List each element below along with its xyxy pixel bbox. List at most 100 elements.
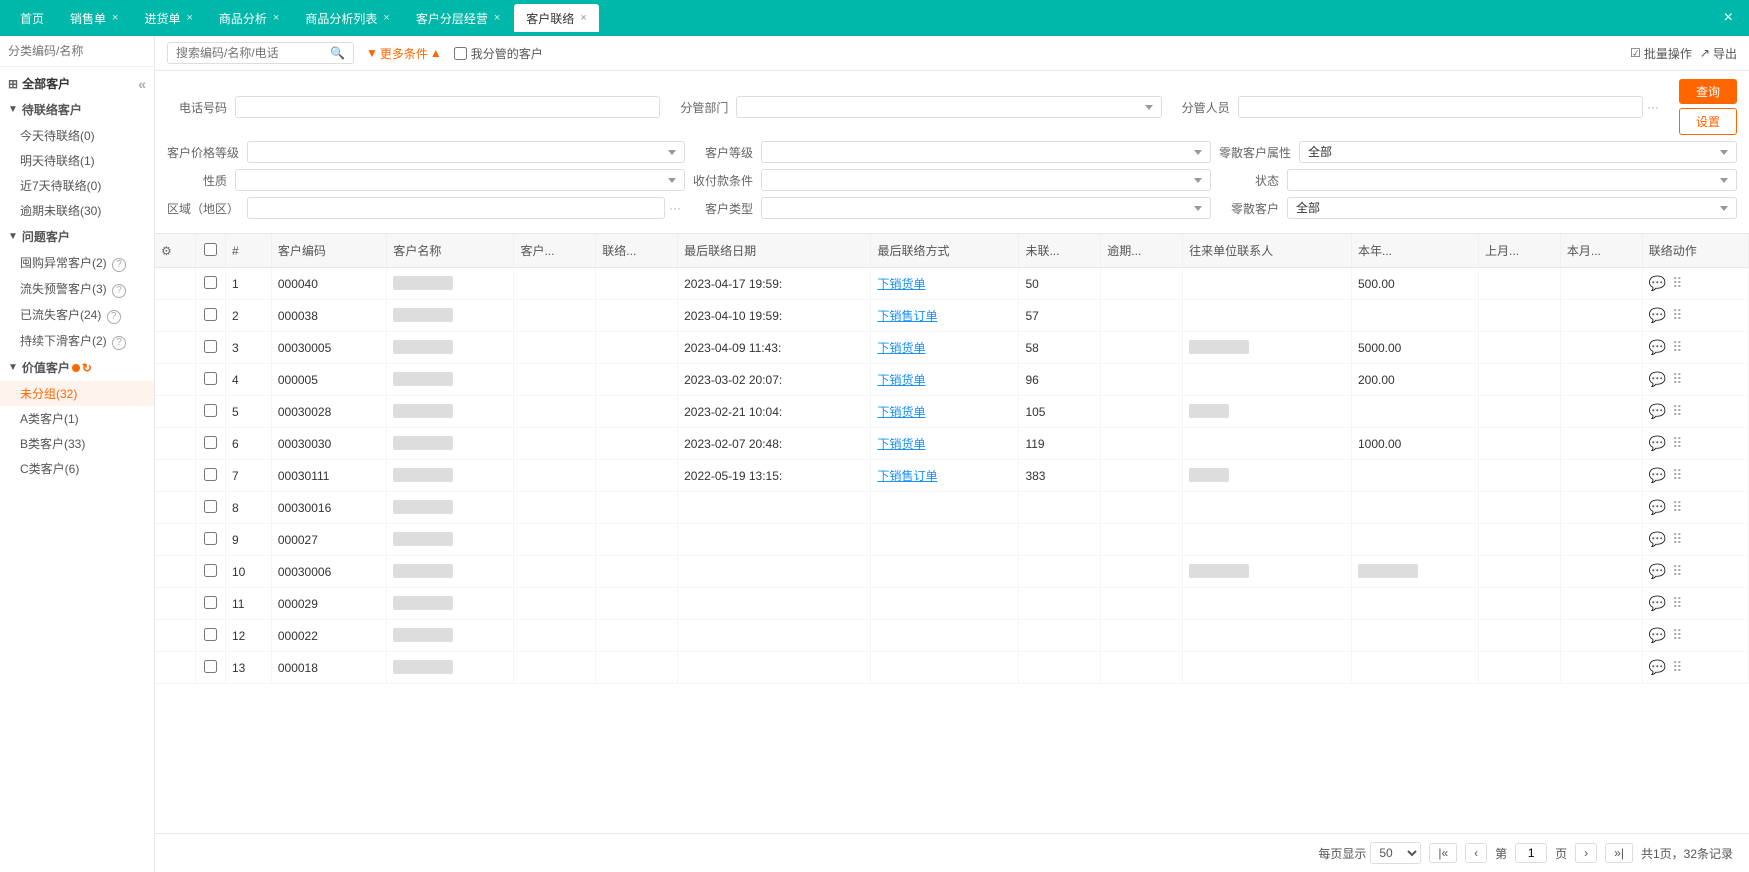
phone-input[interactable] bbox=[235, 96, 660, 118]
th-settings[interactable]: ⚙ bbox=[155, 234, 195, 268]
row-last-way-cell[interactable]: 下销货单 bbox=[871, 364, 1019, 396]
my-customers-checkbox-group[interactable]: 我分管的客户 bbox=[454, 45, 543, 62]
sidebar-item-tomorrow[interactable]: 明天待联络(1) bbox=[0, 148, 154, 173]
staff-more-icon[interactable]: ··· bbox=[1643, 100, 1663, 114]
chat-icon[interactable]: 💬 bbox=[1649, 403, 1666, 420]
chat-icon[interactable]: 💬 bbox=[1649, 371, 1666, 388]
sparse-customer-select[interactable]: 全部 bbox=[1287, 197, 1737, 219]
region-input[interactable] bbox=[247, 197, 665, 219]
row-checkbox-cell[interactable] bbox=[195, 332, 225, 364]
row-checkbox[interactable] bbox=[204, 340, 217, 353]
select-all-checkbox[interactable] bbox=[204, 243, 217, 256]
next-page-button[interactable]: › bbox=[1575, 843, 1597, 863]
settings-icon[interactable]: ⚙ bbox=[161, 244, 172, 258]
my-customers-checkbox[interactable] bbox=[454, 47, 467, 60]
row-last-way-cell[interactable]: 下销货单 bbox=[871, 332, 1019, 364]
th-checkbox[interactable] bbox=[195, 234, 225, 268]
th-contact-col[interactable]: 联络... bbox=[596, 234, 678, 268]
payment-select[interactable] bbox=[761, 169, 1211, 191]
staff-input[interactable] bbox=[1238, 96, 1643, 118]
last-page-button[interactable]: »| bbox=[1605, 843, 1633, 863]
row-last-way-cell[interactable]: 下销货单 bbox=[871, 268, 1019, 300]
more-icon[interactable]: ⠿ bbox=[1672, 563, 1682, 580]
row-checkbox[interactable] bbox=[204, 468, 217, 481]
sidebar-search-bar[interactable]: 🔍 bbox=[0, 36, 154, 67]
sales-close-icon[interactable]: × bbox=[112, 12, 118, 24]
more-icon[interactable]: ⠿ bbox=[1672, 403, 1682, 420]
contact-way-link[interactable]: 下销货单 bbox=[877, 405, 925, 419]
row-checkbox[interactable] bbox=[204, 660, 217, 673]
customer-level-select[interactable] bbox=[761, 141, 1211, 163]
price-level-select[interactable] bbox=[247, 141, 685, 163]
first-page-button[interactable]: |« bbox=[1429, 843, 1457, 863]
row-checkbox-cell[interactable] bbox=[195, 524, 225, 556]
row-checkbox[interactable] bbox=[204, 308, 217, 321]
row-checkbox-cell[interactable] bbox=[195, 620, 225, 652]
nav-tab-sales[interactable]: 销售单 × bbox=[58, 4, 130, 32]
more-icon[interactable]: ⠿ bbox=[1672, 627, 1682, 644]
more-icon[interactable]: ⠿ bbox=[1672, 275, 1682, 292]
chat-icon[interactable]: 💬 bbox=[1649, 435, 1666, 452]
row-last-way-cell[interactable] bbox=[871, 492, 1019, 524]
sidebar-item-overdue-contact[interactable]: 逾期未联络(30) bbox=[0, 198, 154, 223]
contact-way-link[interactable]: 下销货单 bbox=[877, 341, 925, 355]
row-last-way-cell[interactable]: 下销售订单 bbox=[871, 300, 1019, 332]
sidebar-group-value[interactable]: ▼ 价值客户 ↻ bbox=[0, 354, 154, 381]
window-close-icon[interactable]: × bbox=[1716, 9, 1741, 27]
dept-select[interactable] bbox=[736, 96, 1161, 118]
more-icon[interactable]: ⠿ bbox=[1672, 659, 1682, 676]
page-number-input[interactable] bbox=[1515, 843, 1547, 863]
nature-select[interactable] bbox=[235, 169, 685, 191]
export-button[interactable]: ↗ 导出 bbox=[1700, 45, 1737, 62]
sidebar-item-abnormal[interactable]: 囤购异常客户(2) ? bbox=[0, 250, 154, 276]
th-no-contact-days[interactable]: 未联... bbox=[1019, 234, 1101, 268]
th-last-month[interactable]: 上月... bbox=[1479, 234, 1561, 268]
customer-layer-close-icon[interactable]: × bbox=[494, 12, 500, 24]
th-customer-code[interactable]: 客户编码 bbox=[271, 234, 387, 268]
reset-button[interactable]: 设置 bbox=[1679, 108, 1737, 135]
sparse-attr-select[interactable]: 全部 bbox=[1299, 141, 1737, 163]
chat-icon[interactable]: 💬 bbox=[1649, 467, 1666, 484]
row-checkbox-cell[interactable] bbox=[195, 460, 225, 492]
status-select[interactable] bbox=[1287, 169, 1737, 191]
sidebar-item-ungroup[interactable]: 未分组(32) bbox=[0, 381, 154, 406]
chat-icon[interactable]: 💬 bbox=[1649, 307, 1666, 324]
contact-way-link[interactable]: 下销货单 bbox=[877, 277, 925, 291]
chat-icon[interactable]: 💬 bbox=[1649, 499, 1666, 516]
sidebar-item-declining[interactable]: 持续下滑客户(2) ? bbox=[0, 328, 154, 354]
analysis-close-icon[interactable]: × bbox=[273, 12, 279, 24]
row-checkbox[interactable] bbox=[204, 500, 217, 513]
row-last-way-cell[interactable] bbox=[871, 556, 1019, 588]
nav-tab-analysis[interactable]: 商品分析 × bbox=[207, 4, 291, 32]
more-icon[interactable]: ⠿ bbox=[1672, 499, 1682, 516]
sidebar-search-input[interactable] bbox=[8, 44, 155, 58]
search-box[interactable]: 🔍 bbox=[167, 42, 354, 64]
refresh-icon[interactable]: ↻ bbox=[82, 361, 92, 375]
chat-icon[interactable]: 💬 bbox=[1649, 595, 1666, 612]
sidebar-item-class-c[interactable]: C类客户(6) bbox=[0, 456, 154, 481]
contact-way-link[interactable]: 下销货单 bbox=[877, 373, 925, 387]
row-checkbox-cell[interactable] bbox=[195, 492, 225, 524]
chat-icon[interactable]: 💬 bbox=[1649, 659, 1666, 676]
sidebar-item-7days[interactable]: 近7天待联络(0) bbox=[0, 173, 154, 198]
query-button[interactable]: 查询 bbox=[1679, 79, 1737, 104]
row-checkbox[interactable] bbox=[204, 404, 217, 417]
th-last-contact-date[interactable]: 最后联络日期 bbox=[678, 234, 871, 268]
row-checkbox[interactable] bbox=[204, 372, 217, 385]
th-customer-col3[interactable]: 客户... bbox=[514, 234, 596, 268]
sidebar-item-class-b[interactable]: B类客户(33) bbox=[0, 431, 154, 456]
th-customer-name[interactable]: 客户名称 bbox=[387, 234, 514, 268]
row-checkbox-cell[interactable] bbox=[195, 300, 225, 332]
contact-way-link[interactable]: 下销售订单 bbox=[877, 469, 937, 483]
sidebar-item-lost[interactable]: 已流失客户(24) ? bbox=[0, 302, 154, 328]
row-checkbox-cell[interactable] bbox=[195, 428, 225, 460]
th-overdue[interactable]: 逾期... bbox=[1101, 234, 1183, 268]
nav-tab-home[interactable]: 首页 bbox=[8, 4, 56, 32]
more-filters-button[interactable]: ▼ 更多条件 ▲ bbox=[366, 45, 442, 62]
th-last-contact-way[interactable]: 最后联络方式 bbox=[871, 234, 1019, 268]
more-icon[interactable]: ⠿ bbox=[1672, 467, 1682, 484]
chat-icon[interactable]: 💬 bbox=[1649, 531, 1666, 548]
more-icon[interactable]: ⠿ bbox=[1672, 339, 1682, 356]
row-checkbox-cell[interactable] bbox=[195, 364, 225, 396]
sidebar-group-problem[interactable]: ▼ 问题客户 bbox=[0, 223, 154, 250]
